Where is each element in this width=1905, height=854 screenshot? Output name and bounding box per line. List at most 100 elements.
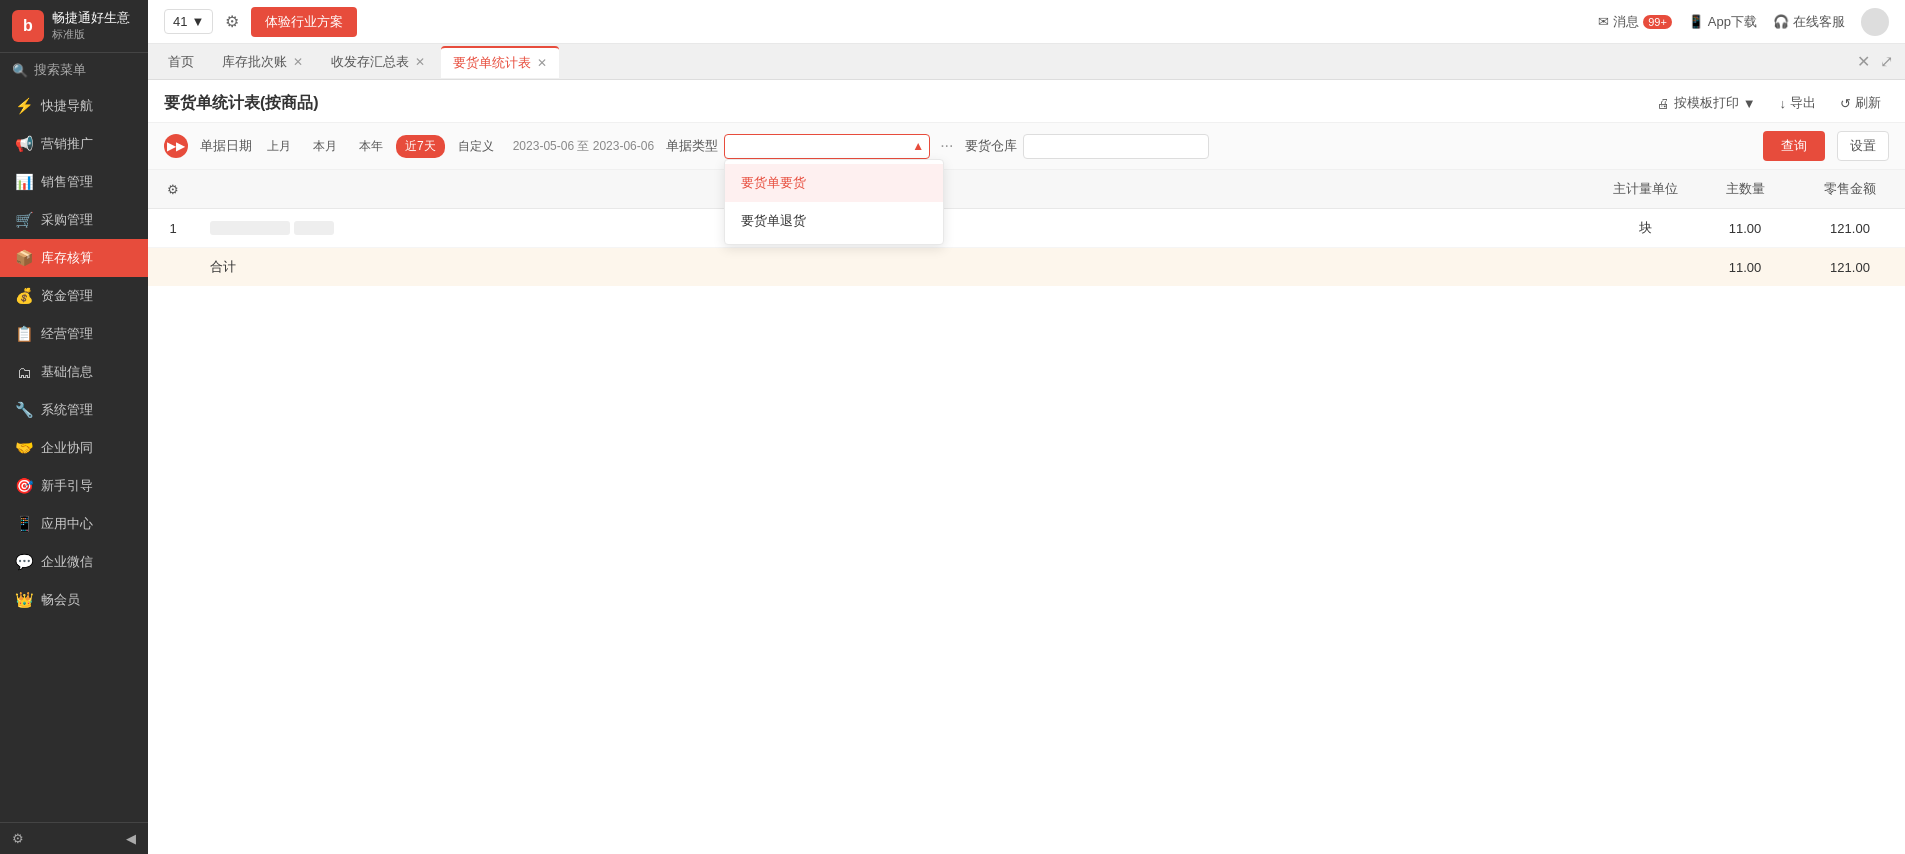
online-service-btn[interactable]: 🎧 在线客服 [1773, 13, 1845, 31]
footer-amount: 121.00 [1795, 248, 1905, 287]
sidebar-item-finance[interactable]: 💰 资金管理 [0, 277, 148, 315]
basic-icon: 🗂 [15, 364, 33, 381]
tab-close-requisition[interactable]: ✕ [537, 56, 547, 70]
service-icon: 🎧 [1773, 14, 1789, 29]
sidebar-nav: ⚡ 快捷导航 📢 营销推广 📊 销售管理 🛒 采购管理 📦 库存核算 💰 资金管… [0, 87, 148, 822]
tab-close-batch[interactable]: ✕ [293, 55, 303, 69]
app-name: 畅捷通好生意 [52, 10, 130, 27]
store-name: 41 [173, 14, 187, 29]
tab-close-summary[interactable]: ✕ [415, 55, 425, 69]
wechat-icon: 💬 [15, 553, 33, 571]
header-left: 41 ▼ ⚙ 体验行业方案 [164, 7, 357, 37]
date-quick-btns: 上月 本月 本年 近7天 自定义 [258, 134, 503, 159]
sidebar-item-wechat[interactable]: 💬 企业微信 [0, 543, 148, 581]
app-version: 标准版 [52, 27, 130, 42]
table-settings-icon: ⚙ [167, 182, 179, 197]
product-placeholder-2 [294, 221, 334, 235]
page-content: 要货单统计表(按商品) 🖨 按模板打印 ▼ ↓ 导出 ↺ 刷新 [148, 80, 1905, 854]
th-qty: 主数量 [1695, 170, 1795, 209]
sidebar-collapse-btn[interactable]: ◀ [126, 831, 136, 846]
filter-expand-btn[interactable]: ▶▶ [164, 134, 188, 158]
sidebar-item-quick-nav[interactable]: ⚡ 快捷导航 [0, 87, 148, 125]
date-btn-this-month[interactable]: 本月 [304, 134, 346, 159]
sidebar-item-system[interactable]: 🔧 系统管理 [0, 391, 148, 429]
sidebar-logo: b 畅捷通好生意 标准版 [0, 0, 148, 53]
purchase-icon: 🛒 [15, 211, 33, 229]
tab-batch[interactable]: 库存批次账 ✕ [210, 47, 315, 77]
tab-requisition[interactable]: 要货单统计表 ✕ [441, 46, 559, 78]
sidebar-item-sales[interactable]: 📊 销售管理 [0, 163, 148, 201]
inventory-icon: 📦 [15, 249, 33, 267]
export-icon: ↓ [1780, 96, 1787, 111]
dropdown-item-order-purchase[interactable]: 要货单要货 [725, 164, 943, 202]
messages-btn[interactable]: ✉ 消息 99+ [1598, 13, 1672, 31]
cell-qty: 11.00 [1695, 209, 1795, 248]
sidebar-item-marketing[interactable]: 📢 营销推广 [0, 125, 148, 163]
footer-qty: 11.00 [1695, 248, 1795, 287]
table-footer-row: 合计 11.00 121.00 [148, 248, 1905, 287]
marketing-icon: 📢 [15, 135, 33, 153]
page-inner: 要货单统计表(按商品) 🖨 按模板打印 ▼ ↓ 导出 ↺ 刷新 [148, 80, 1905, 854]
th-settings[interactable]: ⚙ [148, 170, 198, 209]
sidebar-settings-icon[interactable]: ⚙ [12, 831, 24, 846]
header-right: ✉ 消息 99+ 📱 App下载 🎧 在线客服 [1598, 8, 1889, 36]
product-placeholder-1 [210, 221, 290, 235]
query-button[interactable]: 查询 [1763, 131, 1825, 161]
type-select-wrapper: ▲ 要货单要货 要货单退货 [724, 134, 930, 159]
header-gear-btn[interactable]: ⚙ [225, 12, 239, 31]
refresh-icon: ↺ [1840, 96, 1851, 111]
promo-button[interactable]: 体验行业方案 [251, 7, 357, 37]
tab-summary[interactable]: 收发存汇总表 ✕ [319, 47, 437, 77]
date-btn-last-month[interactable]: 上月 [258, 134, 300, 159]
store-selector[interactable]: 41 ▼ [164, 9, 213, 34]
warehouse-filter-group: 要货仓库 [965, 134, 1209, 159]
print-btn[interactable]: 🖨 按模板打印 ▼ [1649, 90, 1764, 116]
dropdown-item-order-return[interactable]: 要货单退货 [725, 202, 943, 240]
type-filter-label: 单据类型 [666, 137, 718, 155]
tab-home[interactable]: 首页 [156, 47, 206, 77]
th-amount: 零售金额 [1795, 170, 1905, 209]
sidebar-item-enterprise[interactable]: 🤝 企业协同 [0, 429, 148, 467]
type-dropdown-menu: 要货单要货 要货单退货 [724, 159, 944, 245]
type-filter-more[interactable]: ··· [940, 137, 953, 155]
tab-fullscreen-btn[interactable]: ⤢ [1876, 52, 1897, 71]
sidebar-item-member[interactable]: 👑 畅会员 [0, 581, 148, 619]
sidebar-item-purchase[interactable]: 🛒 采购管理 [0, 201, 148, 239]
tabs-bar: 首页 库存批次账 ✕ 收发存汇总表 ✕ 要货单统计表 ✕ ✕ ⤢ [148, 44, 1905, 80]
member-icon: 👑 [15, 591, 33, 609]
enterprise-icon: 🤝 [15, 439, 33, 457]
sidebar-item-basic[interactable]: 🗂 基础信息 [0, 353, 148, 391]
table-header-row: ⚙ 商品 主计量单位 主数量 零 [148, 170, 1905, 209]
sidebar-item-app-center[interactable]: 📱 应用中心 [0, 505, 148, 543]
footer-empty-2 [1595, 248, 1695, 287]
app-name-block: 畅捷通好生意 标准版 [52, 10, 130, 42]
print-icon: 🖨 [1657, 96, 1670, 111]
tab-expand-btns: ✕ ⤢ [1853, 52, 1897, 71]
data-table: ⚙ 商品 主计量单位 主数量 零 [148, 170, 1905, 286]
sidebar: b 畅捷通好生意 标准版 🔍 搜索菜单 ⚡ 快捷导航 📢 营销推广 📊 销售管理… [0, 0, 148, 854]
date-btn-7days[interactable]: 近7天 [396, 135, 445, 158]
sidebar-item-inventory[interactable]: 📦 库存核算 [0, 239, 148, 277]
warehouse-select-input[interactable] [1023, 134, 1209, 159]
operations-icon: 📋 [15, 325, 33, 343]
user-avatar[interactable] [1861, 8, 1889, 36]
page-header-actions: 🖨 按模板打印 ▼ ↓ 导出 ↺ 刷新 [1649, 90, 1889, 116]
warehouse-filter-label: 要货仓库 [965, 137, 1017, 155]
date-btn-custom[interactable]: 自定义 [449, 134, 503, 159]
date-range-display: 2023-05-06 至 2023-06-06 [513, 138, 654, 155]
settings-button[interactable]: 设置 [1837, 131, 1889, 161]
refresh-btn[interactable]: ↺ 刷新 [1832, 90, 1889, 116]
export-btn[interactable]: ↓ 导出 [1772, 90, 1825, 116]
store-dropdown-icon: ▼ [191, 14, 204, 29]
tab-close-all-btn[interactable]: ✕ [1853, 52, 1874, 71]
type-select-input[interactable] [724, 134, 930, 159]
sidebar-item-guide[interactable]: 🎯 新手引导 [0, 467, 148, 505]
sidebar-item-operations[interactable]: 📋 经营管理 [0, 315, 148, 353]
date-filter-group: 单据日期 上月 本月 本年 近7天 自定义 2023-05-06 至 2023-… [200, 134, 654, 159]
page-header: 要货单统计表(按商品) 🖨 按模板打印 ▼ ↓ 导出 ↺ 刷新 [148, 80, 1905, 123]
date-btn-this-year[interactable]: 本年 [350, 134, 392, 159]
app-download-btn[interactable]: 📱 App下载 [1688, 13, 1757, 31]
download-icon: 📱 [1688, 14, 1704, 29]
main-content: 41 ▼ ⚙ 体验行业方案 ✉ 消息 99+ 📱 App下载 🎧 在线客服 [148, 0, 1905, 854]
sidebar-search[interactable]: 🔍 搜索菜单 [0, 53, 148, 87]
